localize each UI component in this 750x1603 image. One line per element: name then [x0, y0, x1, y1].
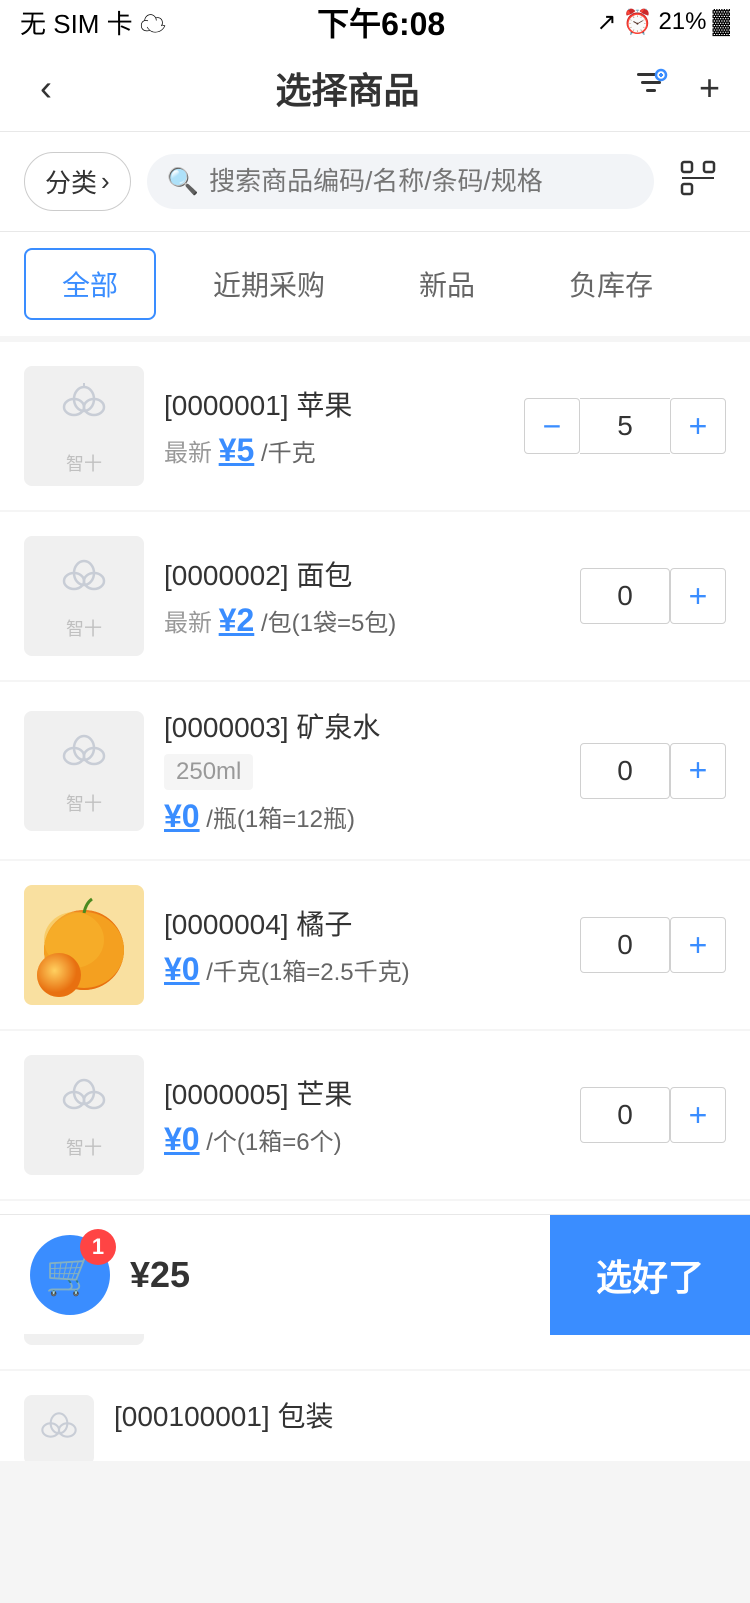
increase-button[interactable]: +: [670, 1087, 726, 1143]
product-info: [0000002] 面包 最新 ¥2 /包(1袋=5包): [164, 554, 560, 639]
price-label: 最新: [164, 440, 219, 467]
filter-bar: 分类 › 🔍: [0, 132, 750, 232]
cart-total: ¥25: [130, 1254, 190, 1296]
brand-logo-icon: [54, 377, 114, 446]
list-item: 智十 [0000005] 芒果 ¥0 /个(1箱=6个) +: [0, 1031, 750, 1199]
product-list: 智十 [0000001] 苹果 最新 ¥5 /千克 − +: [0, 342, 750, 1603]
cart-badge: 1: [80, 1229, 116, 1265]
product-price: ¥0 /瓶(1箱=12瓶): [164, 798, 560, 835]
category-button[interactable]: 分类 ›: [24, 152, 131, 211]
product-info: [0000005] 芒果 ¥0 /个(1箱=6个): [164, 1073, 560, 1158]
quantity-control: +: [580, 1087, 726, 1143]
increase-button[interactable]: +: [670, 743, 726, 799]
product-thumbnail: 智十: [24, 711, 144, 831]
quantity-control: +: [580, 568, 726, 624]
price-unit: /包(1袋=5包): [261, 610, 396, 637]
battery-text: 21%: [658, 8, 706, 36]
status-time: 下午6:08: [317, 0, 445, 45]
cart-area: 🛒 1 ¥25: [0, 1235, 550, 1315]
price-value: ¥0: [164, 1121, 200, 1157]
product-info: [0000001] 苹果 最新 ¥5 /千克: [164, 384, 504, 469]
quantity-input[interactable]: [580, 743, 670, 799]
increase-button[interactable]: +: [670, 568, 726, 624]
increase-button[interactable]: +: [670, 917, 726, 973]
page-title: 选择商品: [275, 62, 419, 114]
tab-all[interactable]: 全部: [24, 248, 156, 320]
brand-name: 智十: [66, 790, 102, 816]
brand-name: 智十: [66, 450, 102, 476]
product-name: [0000001] 苹果: [164, 384, 504, 424]
tabs-bar: 全部 近期采购 新品 负库存: [0, 232, 750, 342]
status-bar: 无 SIM 卡 ☁ 下午6:08 ↗ ⏰ 21% ▓: [0, 0, 750, 44]
search-input[interactable]: [209, 166, 634, 197]
product-price: 最新 ¥5 /千克: [164, 432, 504, 469]
brand-name: 智十: [66, 1134, 102, 1160]
nav-bar: ‹ 选择商品 +: [0, 44, 750, 132]
price-unit: /瓶(1箱=12瓶): [206, 806, 355, 833]
product-price: 最新 ¥2 /包(1袋=5包): [164, 602, 560, 639]
product-thumbnail: 智十: [24, 1055, 144, 1175]
price-unit: /千克(1箱=2.5千克): [206, 959, 409, 986]
quantity-control: − +: [524, 398, 726, 454]
category-label: 分类: [45, 163, 97, 200]
product-info: [0000004] 橘子 ¥0 /千克(1箱=2.5千克): [164, 903, 560, 988]
product-price: ¥0 /千克(1箱=2.5千克): [164, 951, 560, 988]
price-value: ¥0: [164, 951, 200, 987]
product-name: [0000005] 芒果: [164, 1073, 560, 1113]
product-name: [000100001] 包装: [114, 1395, 726, 1435]
tab-recent-purchase[interactable]: 近期采购: [176, 249, 362, 319]
list-item: 智十 [0000003] 矿泉水 250ml ¥0 /瓶(1箱=12瓶) +: [0, 682, 750, 859]
price-unit: /个(1箱=6个): [206, 1129, 341, 1156]
quantity-input[interactable]: [580, 398, 670, 454]
tab-negative-stock[interactable]: 负库存: [532, 249, 690, 319]
search-icon: 🔍: [167, 166, 199, 197]
product-name: [0000002] 面包: [164, 554, 560, 594]
price-unit: /千克: [261, 440, 316, 467]
list-item: [000100001] 包装: [0, 1371, 750, 1461]
quantity-input[interactable]: [580, 568, 670, 624]
price-label: 最新: [164, 610, 219, 637]
product-info: [000100001] 包装: [114, 1395, 726, 1443]
nav-actions: +: [633, 65, 720, 110]
battery-icon: ▓: [712, 8, 730, 36]
list-item: [0000004] 橘子 ¥0 /千克(1箱=2.5千克) +: [0, 861, 750, 1029]
status-carrier: 无 SIM 卡 ☁: [20, 4, 166, 41]
list-item: 智十 [0000001] 苹果 最新 ¥5 /千克 − +: [0, 342, 750, 510]
bottom-bar: 🛒 1 ¥25 选好了: [0, 1214, 750, 1334]
decrease-button[interactable]: −: [524, 398, 580, 454]
product-price: ¥0 /个(1箱=6个): [164, 1121, 560, 1158]
product-name: [0000004] 橘子: [164, 903, 560, 943]
product-info: [0000003] 矿泉水 250ml ¥0 /瓶(1箱=12瓶): [164, 706, 560, 835]
quantity-input[interactable]: [580, 1087, 670, 1143]
list-item: 智十 [0000002] 面包 最新 ¥2 /包(1袋=5包) +: [0, 512, 750, 680]
product-name: [0000003] 矿泉水: [164, 706, 560, 746]
add-button[interactable]: +: [699, 67, 720, 109]
quantity-control: +: [580, 743, 726, 799]
location-icon: ↗: [596, 8, 616, 37]
confirm-button[interactable]: 选好了: [550, 1215, 750, 1335]
price-value: ¥0: [164, 798, 200, 834]
tab-new[interactable]: 新品: [382, 249, 512, 319]
search-box: 🔍: [147, 154, 654, 209]
chevron-right-icon: ›: [101, 166, 110, 197]
back-button[interactable]: ‹: [30, 57, 62, 119]
confirm-label: 选好了: [596, 1249, 704, 1301]
filter-icon[interactable]: [633, 65, 669, 110]
product-thumbnail: 智十: [24, 536, 144, 656]
alarm-icon: ⏰: [623, 8, 653, 37]
status-right: ↗ ⏰ 21% ▓: [596, 8, 730, 37]
price-value: ¥5: [219, 432, 255, 468]
product-spec: 250ml: [164, 754, 253, 790]
price-value: ¥2: [219, 602, 255, 638]
increase-button[interactable]: +: [670, 398, 726, 454]
quantity-input[interactable]: [580, 917, 670, 973]
cart-button[interactable]: 🛒 1: [30, 1235, 110, 1315]
product-thumbnail: 智十: [24, 366, 144, 486]
product-thumbnail: [24, 885, 144, 1005]
brand-name: 智十: [66, 615, 102, 641]
quantity-control: +: [580, 917, 726, 973]
product-thumbnail: [24, 1395, 94, 1461]
scan-icon[interactable]: [670, 154, 726, 210]
